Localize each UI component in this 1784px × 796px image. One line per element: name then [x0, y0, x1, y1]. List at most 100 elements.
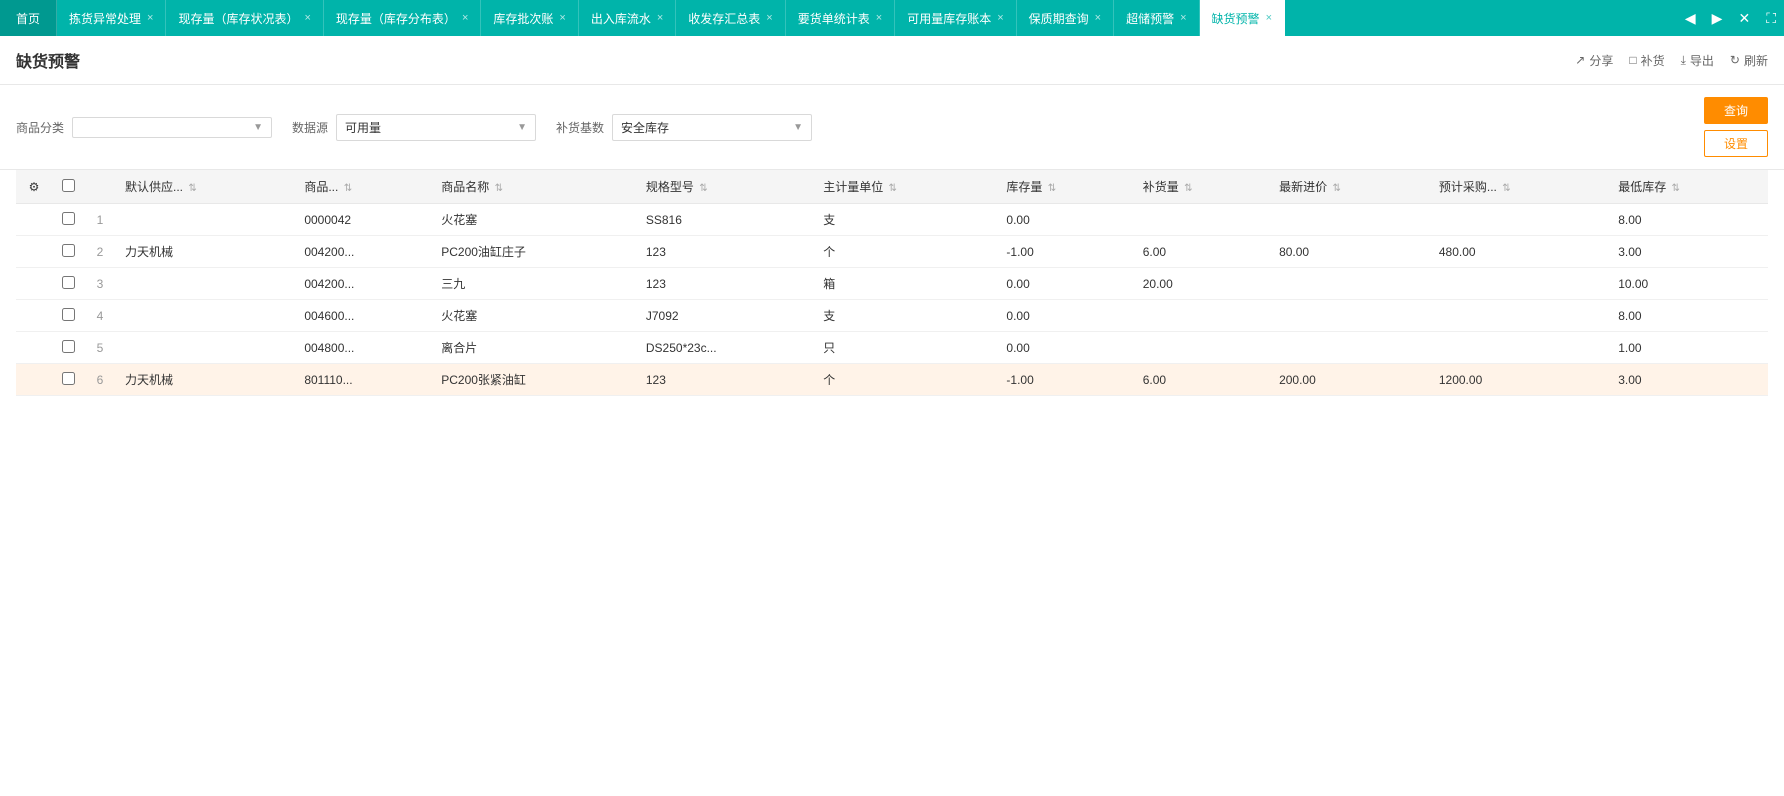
datasource-select[interactable]: 可用量 ▼: [336, 114, 536, 141]
replenish-base-select[interactable]: 安全库存 ▼: [612, 114, 812, 141]
row-unit-2: 箱: [813, 268, 996, 300]
th-latest-price[interactable]: 最新进价 ⇅: [1269, 170, 1429, 204]
category-select[interactable]: ▼: [72, 117, 272, 138]
table-row: 4 004600... 火花塞 J7092 支 0.00 8.00: [16, 300, 1768, 332]
gear-icon: ⚙: [29, 180, 40, 194]
th-replenish[interactable]: 补货量 ⇅: [1133, 170, 1269, 204]
row-gear-3: [16, 300, 52, 332]
row-replenish-1: 6.00: [1133, 236, 1269, 268]
row-gear-2: [16, 268, 52, 300]
nav-tab-8[interactable]: 可用量库存账本 ×: [895, 0, 1016, 36]
row-checkbox-2[interactable]: [62, 276, 75, 289]
refresh-icon: ↻: [1730, 53, 1740, 67]
row-estimated-purchase-3: [1429, 300, 1608, 332]
close-tab-6[interactable]: ×: [766, 12, 772, 24]
nav-tab-5[interactable]: 出入库流水 ×: [579, 0, 676, 36]
nav-tab-7[interactable]: 要货单统计表 ×: [786, 0, 895, 36]
sort-icon-supplier: ⇅: [188, 183, 196, 194]
row-code-1: 004200...: [294, 236, 431, 268]
sort-icon-latest-price: ⇅: [1332, 183, 1340, 194]
row-checkbox-cell-3[interactable]: [52, 300, 85, 332]
query-button[interactable]: 查询: [1704, 97, 1768, 124]
nav-tab-2[interactable]: 现存量（库存状况表） ×: [166, 0, 323, 36]
share-action[interactable]: ↗ 分享: [1575, 52, 1613, 69]
row-checkbox-3[interactable]: [62, 308, 75, 321]
row-checkbox-cell-2[interactable]: [52, 268, 85, 300]
th-supplier[interactable]: 默认供应... ⇅: [115, 170, 294, 204]
export-action[interactable]: ⤓ 导出: [1681, 52, 1714, 69]
refresh-action[interactable]: ↻ 刷新: [1730, 52, 1768, 69]
datasource-filter-group: 数据源 可用量 ▼: [292, 114, 536, 141]
close-tab-7[interactable]: ×: [876, 12, 882, 24]
nav-tab-11[interactable]: 缺货预警 ×: [1200, 0, 1285, 36]
sort-icon-code: ⇅: [344, 183, 352, 194]
close-tab-1[interactable]: ×: [147, 12, 153, 24]
th-unit[interactable]: 主计量单位 ⇅: [813, 170, 996, 204]
row-supplier-1: 力天机械: [115, 236, 294, 268]
row-estimated-purchase-0: [1429, 204, 1608, 236]
nav-tab-9[interactable]: 保质期查询 ×: [1017, 0, 1114, 36]
th-min-stock[interactable]: 最低库存 ⇅: [1608, 170, 1768, 204]
nav-tab-3[interactable]: 现存量（库存分布表） ×: [324, 0, 481, 36]
row-latest-price-4: [1269, 332, 1429, 364]
nav-prev-btn[interactable]: ◀: [1677, 10, 1704, 27]
close-tab-8[interactable]: ×: [997, 12, 1003, 24]
nav-controls: ◀ ▶ ✕ ⛶: [1677, 10, 1784, 27]
row-unit-0: 支: [813, 204, 996, 236]
category-label: 商品分类: [16, 119, 64, 136]
close-tab-4[interactable]: ×: [559, 12, 565, 24]
row-supplier-2: [115, 268, 294, 300]
close-tab-11[interactable]: ×: [1266, 12, 1272, 24]
row-checkbox-0[interactable]: [62, 212, 75, 225]
row-min-stock-3: 8.00: [1608, 300, 1768, 332]
row-replenish-3: [1133, 300, 1269, 332]
nav-tab-4[interactable]: 库存批次账 ×: [481, 0, 578, 36]
replenish-base-filter-group: 补货基数 安全库存 ▼: [556, 114, 812, 141]
row-checkbox-cell-5[interactable]: [52, 364, 85, 396]
row-code-3: 004600...: [294, 300, 431, 332]
th-code[interactable]: 商品... ⇅: [294, 170, 431, 204]
select-all-checkbox[interactable]: [62, 179, 75, 192]
row-num-5: 6: [85, 364, 115, 396]
row-checkbox-5[interactable]: [62, 372, 75, 385]
row-spec-2: 123: [636, 268, 813, 300]
th-checkbox[interactable]: [52, 170, 85, 204]
category-arrow-icon: ▼: [253, 122, 263, 133]
nav-tab-1[interactable]: 拣货异常处理 ×: [57, 0, 166, 36]
datasource-arrow-icon: ▼: [517, 122, 527, 133]
nav-tab-10[interactable]: 超储预警 ×: [1114, 0, 1199, 36]
row-spec-1: 123: [636, 236, 813, 268]
row-replenish-2: 20.00: [1133, 268, 1269, 300]
close-tab-2[interactable]: ×: [304, 12, 310, 24]
th-estimated-purchase[interactable]: 预计采购... ⇅: [1429, 170, 1608, 204]
row-checkbox-cell-0[interactable]: [52, 204, 85, 236]
nav-fullscreen-btn[interactable]: ⛶: [1758, 10, 1784, 27]
row-checkbox-4[interactable]: [62, 340, 75, 353]
close-tab-9[interactable]: ×: [1095, 12, 1101, 24]
th-spec[interactable]: 规格型号 ⇅: [636, 170, 813, 204]
th-name[interactable]: 商品名称 ⇅: [431, 170, 636, 204]
nav-close-btn[interactable]: ✕: [1730, 10, 1758, 27]
th-gear[interactable]: ⚙: [16, 170, 52, 204]
close-tab-3[interactable]: ×: [462, 12, 468, 24]
nav-tab-6[interactable]: 收发存汇总表 ×: [676, 0, 785, 36]
nav-tab-home[interactable]: 首页: [0, 0, 57, 36]
row-min-stock-2: 10.00: [1608, 268, 1768, 300]
close-tab-5[interactable]: ×: [657, 12, 663, 24]
nav-next-btn[interactable]: ▶: [1704, 10, 1731, 27]
refresh-label: 刷新: [1744, 52, 1768, 69]
row-checkbox-1[interactable]: [62, 244, 75, 257]
settings-button[interactable]: 设置: [1704, 130, 1768, 157]
row-name-1: PC200油缸庄子: [431, 236, 636, 268]
sort-icon-min-stock: ⇅: [1672, 183, 1680, 194]
row-num-3: 4: [85, 300, 115, 332]
row-estimated-purchase-1: 480.00: [1429, 236, 1608, 268]
row-checkbox-cell-4[interactable]: [52, 332, 85, 364]
row-min-stock-0: 8.00: [1608, 204, 1768, 236]
th-stock[interactable]: 库存量 ⇅: [996, 170, 1132, 204]
datasource-value: 可用量: [345, 119, 381, 136]
replenish-base-value: 安全库存: [621, 119, 669, 136]
close-tab-10[interactable]: ×: [1180, 12, 1186, 24]
row-checkbox-cell-1[interactable]: [52, 236, 85, 268]
replenish-action[interactable]: □ 补货: [1629, 52, 1664, 69]
